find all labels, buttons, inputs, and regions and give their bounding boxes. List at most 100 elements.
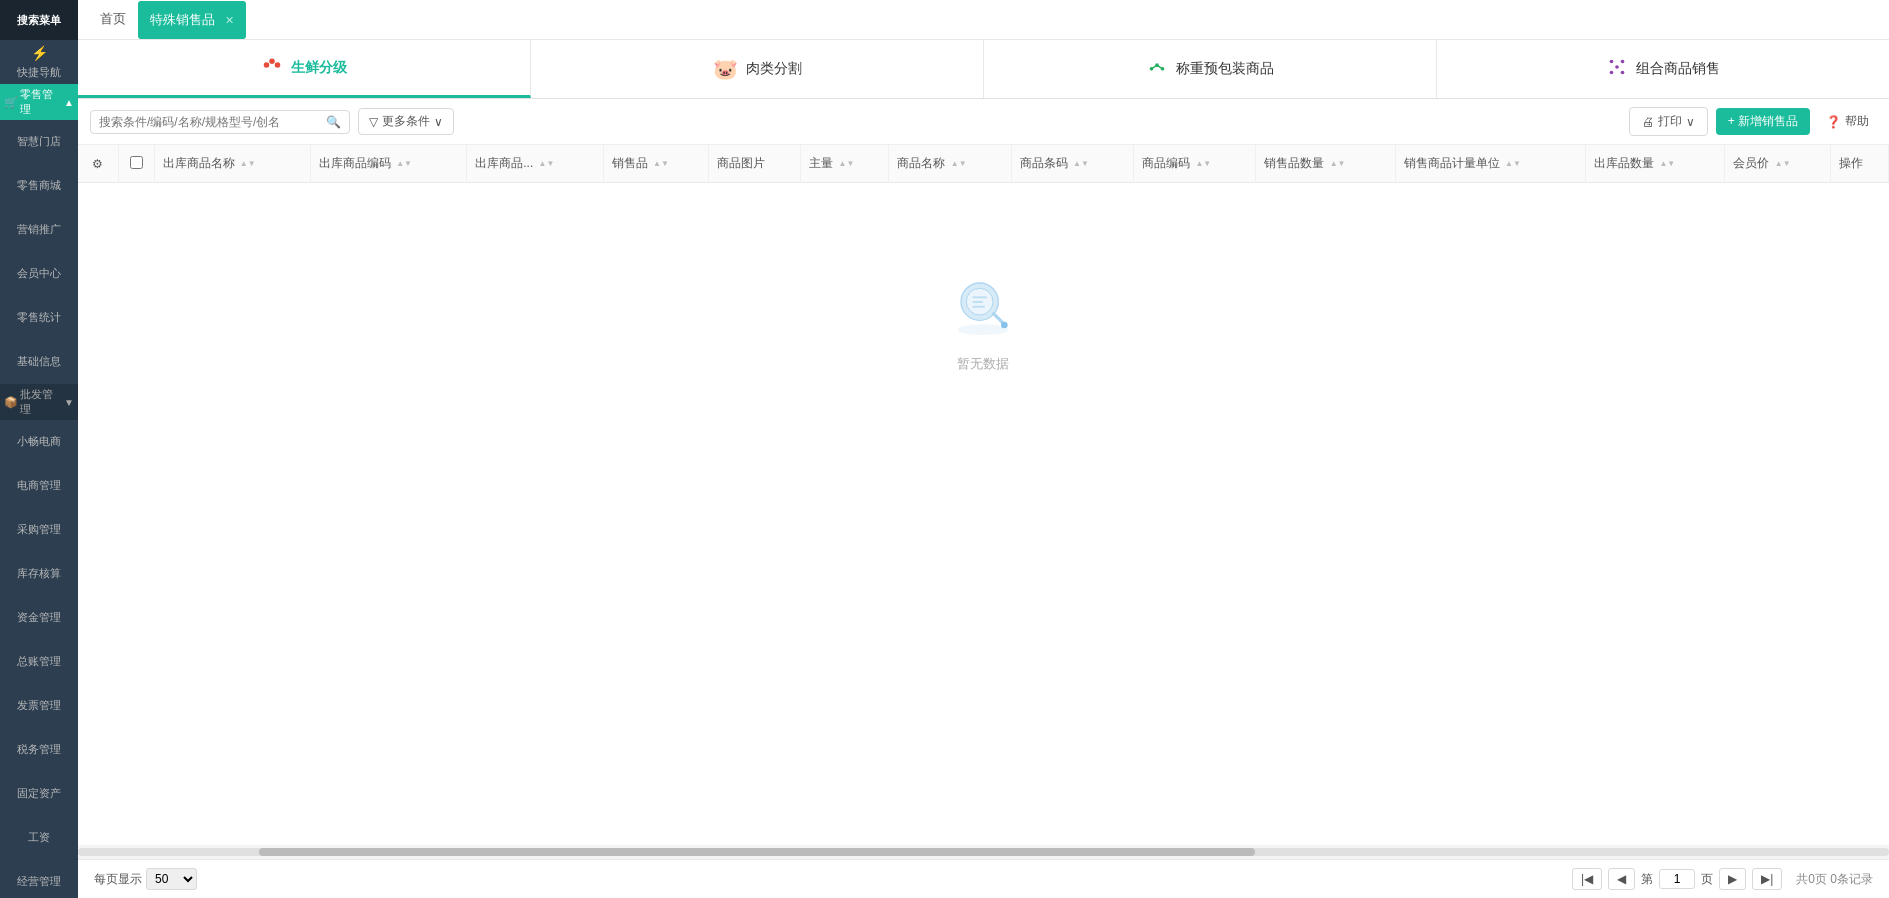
svg-point-9 <box>1621 59 1625 63</box>
zhihuimendian-label: 智慧门店 <box>17 134 61 149</box>
col-sales-unit[interactable]: 销售商品计量单位 ▲▼ <box>1395 145 1585 183</box>
last-page-button[interactable]: ▶| <box>1752 868 1782 890</box>
page-unit: 页 <box>1701 871 1713 888</box>
topnav: 首页 特殊销售品 ✕ <box>78 0 1889 40</box>
cat-tab-chengzhong[interactable]: 称重预包装商品 <box>984 40 1437 98</box>
pifa-label: 批发管理 <box>20 387 61 417</box>
col-main-qty[interactable]: 主量 ▲▼ <box>801 145 889 183</box>
col-goods-code-label: 商品编码 <box>1142 156 1190 170</box>
scrollbar-area[interactable] <box>78 845 1889 859</box>
main-content: 首页 特殊销售品 ✕ 生鲜分级 🐷 <box>78 0 1889 898</box>
sidebar-item-zijin[interactable]: 资金管理 <box>0 596 78 640</box>
scrollbar-thumb[interactable] <box>259 848 1255 856</box>
dianshang-label: 电商管理 <box>17 478 61 493</box>
add-button[interactable]: + 新增销售品 <box>1716 108 1810 135</box>
sidebar-item-gongzi[interactable]: 工资 <box>0 816 78 860</box>
prev-page-button[interactable]: ◀ <box>1608 868 1635 890</box>
help-button[interactable]: ❓ 帮助 <box>1818 108 1877 135</box>
sort-arrows-barcode: ▲▼ <box>1073 159 1089 168</box>
col-sales-qty[interactable]: 销售品数量 ▲▼ <box>1256 145 1395 183</box>
sidebar-logo[interactable]: 搜索菜单 <box>0 0 78 40</box>
col-goods-name-label: 商品名称 <box>897 156 945 170</box>
col-chuku-ellipsis[interactable]: 出库商品... ▲▼ <box>467 145 604 183</box>
sidebar-item-zhihuimendian[interactable]: 智慧门店 <box>0 120 78 164</box>
sidebar-item-shuiwu[interactable]: 税务管理 <box>0 728 78 772</box>
print-icon: 🖨 <box>1642 115 1654 129</box>
sort-arrows-chuku-qty: ▲▼ <box>1659 159 1675 168</box>
table-wrapper: ⚙ 出库商品名称 ▲▼ 出库商品编码 ▲▼ 出库 <box>78 145 1889 845</box>
col-barcode-label: 商品条码 <box>1020 156 1068 170</box>
table-header-row: ⚙ 出库商品名称 ▲▼ 出库商品编码 ▲▼ 出库 <box>78 145 1889 183</box>
cat-tab-shengxen[interactable]: 生鲜分级 <box>78 40 531 98</box>
sidebar-item-yingxiao[interactable]: 营销推广 <box>0 208 78 252</box>
sidebar-item-xiaochang[interactable]: 小畅电商 <box>0 420 78 464</box>
sidebar-item-lingshoucheng[interactable]: 零售商城 <box>0 164 78 208</box>
empty-text: 暂无数据 <box>957 355 1009 373</box>
col-chuku-qty[interactable]: 出库品数量 ▲▼ <box>1586 145 1725 183</box>
special-sales-tab[interactable]: 特殊销售品 ✕ <box>138 1 246 39</box>
sidebar-item-jingying[interactable]: 经营管理 <box>0 860 78 898</box>
sidebar-item-pifa[interactable]: 📦 批发管理 ▼ <box>0 384 78 420</box>
zuhe-label: 组合商品销售 <box>1636 60 1720 78</box>
sidebar-item-fapiao[interactable]: 发票管理 <box>0 684 78 728</box>
home-tab-label: 首页 <box>100 11 126 26</box>
filter-label: 更多条件 <box>382 113 430 130</box>
kuaijie-label: 快捷导航 <box>17 65 61 80</box>
logo-text: 搜索菜单 <box>17 13 61 28</box>
col-sales-item[interactable]: 销售品 ▲▼ <box>603 145 708 183</box>
select-all-checkbox[interactable] <box>130 156 143 169</box>
col-action: 操作 <box>1830 145 1888 183</box>
per-page-select[interactable]: 10 20 50 100 <box>146 868 197 890</box>
search-input[interactable] <box>99 115 322 129</box>
per-page-label: 每页显示 <box>94 871 142 888</box>
sidebar-item-kuaijie[interactable]: ⚡ 快捷导航 <box>0 40 78 84</box>
sidebar-item-jichuxinxi[interactable]: 基础信息 <box>0 340 78 384</box>
page-label: 第 <box>1641 871 1653 888</box>
sidebar-item-dianshang[interactable]: 电商管理 <box>0 464 78 508</box>
home-tab[interactable]: 首页 <box>88 0 138 40</box>
sidebar-item-gudingzichan[interactable]: 固定资产 <box>0 772 78 816</box>
filter-button[interactable]: ▽ 更多条件 ∨ <box>358 108 454 135</box>
col-sales-qty-label: 销售品数量 <box>1264 156 1324 170</box>
sidebar-item-caigou[interactable]: 采购管理 <box>0 508 78 552</box>
sidebar-item-lingshoutongji[interactable]: 零售统计 <box>0 296 78 340</box>
special-sales-tab-label: 特殊销售品 <box>150 12 215 27</box>
kucun-label: 库存核算 <box>17 566 61 581</box>
sidebar-item-zongzhang[interactable]: 总账管理 <box>0 640 78 684</box>
next-page-button[interactable]: ▶ <box>1719 868 1746 890</box>
svg-point-11 <box>1621 70 1625 74</box>
page-input[interactable] <box>1659 869 1695 889</box>
svg-point-12 <box>1615 65 1619 69</box>
col-chuku-code[interactable]: 出库商品编码 ▲▼ <box>310 145 466 183</box>
cat-tab-zuhe[interactable]: 组合商品销售 <box>1437 40 1889 98</box>
first-page-button[interactable]: |◀ <box>1572 868 1602 890</box>
col-member-price[interactable]: 会员价 ▲▼ <box>1725 145 1830 183</box>
search-box[interactable]: 🔍 <box>90 110 350 134</box>
shengxen-icon <box>261 54 283 81</box>
sidebar-item-kucun[interactable]: 库存核算 <box>0 552 78 596</box>
content-area: 生鲜分级 🐷 肉类分割 称重预包装商品 <box>78 40 1889 898</box>
sort-arrows-goods-code: ▲▼ <box>1195 159 1211 168</box>
close-tab-icon[interactable]: ✕ <box>225 14 234 26</box>
print-button[interactable]: 🖨 打印 ∨ <box>1629 107 1708 136</box>
col-goods-name[interactable]: 商品名称 ▲▼ <box>889 145 1011 183</box>
col-barcode[interactable]: 商品条码 ▲▼ <box>1011 145 1133 183</box>
col-chuku-name[interactable]: 出库商品名称 ▲▼ <box>154 145 310 183</box>
cat-tab-roulei[interactable]: 🐷 肉类分割 <box>531 40 984 98</box>
col-checkbox[interactable] <box>118 145 154 183</box>
empty-state: 暂无数据 <box>78 183 1889 453</box>
filter-arrow-icon: ∨ <box>434 115 443 129</box>
page-total: 共0页 0条记录 <box>1796 871 1873 888</box>
lingshoutongji-label: 零售统计 <box>17 310 61 325</box>
col-settings[interactable]: ⚙ <box>78 145 118 183</box>
col-chuku-name-label: 出库商品名称 <box>163 156 235 170</box>
sidebar-item-huiyuan[interactable]: 会员中心 <box>0 252 78 296</box>
sidebar-item-lingshoul[interactable]: 🛒 零售管理 ▲ <box>0 84 78 120</box>
col-goods-code[interactable]: 商品编码 ▲▼ <box>1134 145 1256 183</box>
col-chuku-code-label: 出库商品编码 <box>319 156 391 170</box>
zongzhang-label: 总账管理 <box>17 654 61 669</box>
gudingzichan-label: 固定资产 <box>17 786 61 801</box>
svg-line-7 <box>1157 65 1163 69</box>
fapiao-label: 发票管理 <box>17 698 61 713</box>
svg-point-0 <box>264 62 270 68</box>
